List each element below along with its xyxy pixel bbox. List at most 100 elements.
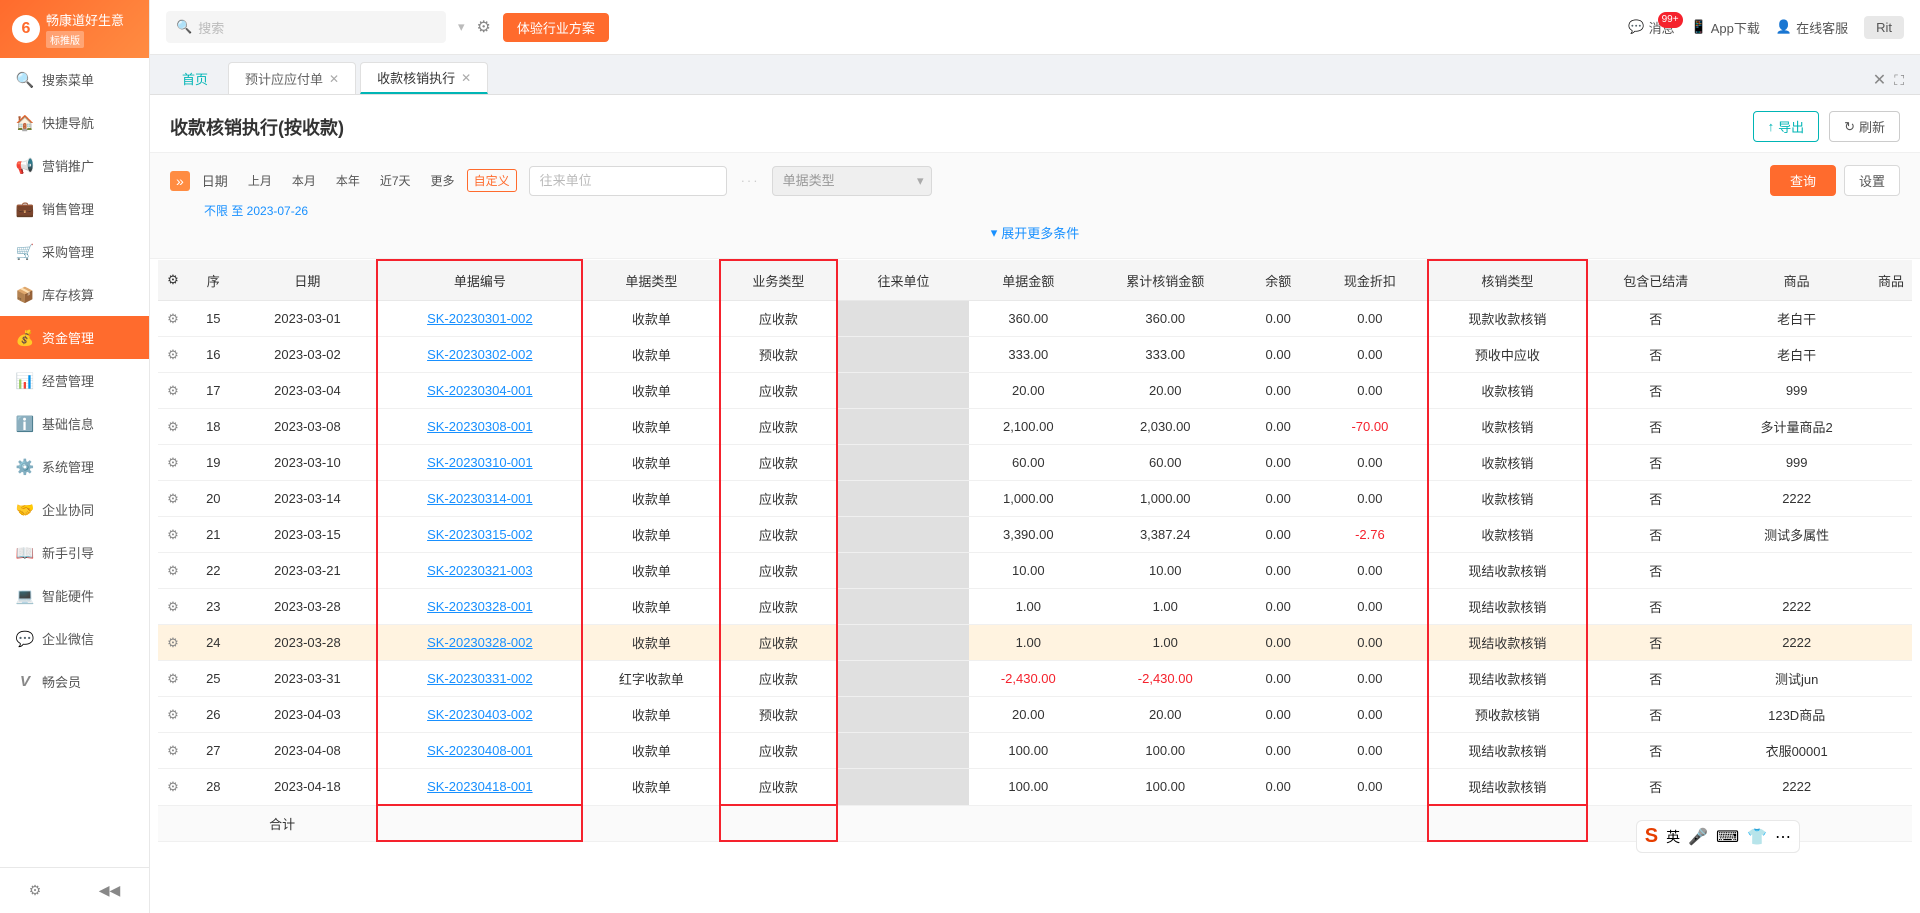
filter-expand-arrow[interactable]: » bbox=[170, 171, 190, 191]
date-btn-7days[interactable]: 近7天 bbox=[372, 169, 419, 192]
bill-no-link[interactable]: SK-20230310-001 bbox=[427, 455, 533, 470]
notify-btn[interactable]: 💬 消息 99+ bbox=[1628, 18, 1674, 37]
bill-no-link[interactable]: SK-20230331-002 bbox=[427, 671, 533, 686]
sidebar-item-capital[interactable]: 💰 资金管理 bbox=[0, 316, 149, 359]
footer-bill-type bbox=[582, 805, 720, 841]
tab-prepay[interactable]: 预计应应付单 ✕ bbox=[228, 62, 356, 94]
row-settings[interactable]: ⚙ bbox=[158, 337, 188, 373]
tab-close-all-icon[interactable]: ✕ bbox=[1873, 70, 1886, 90]
bill-no-link[interactable]: SK-20230408-001 bbox=[427, 743, 533, 758]
row-verify-type: 现结收款核销 bbox=[1428, 661, 1587, 697]
sidebar-item-wechat[interactable]: 💬 企业微信 bbox=[0, 617, 149, 660]
export-button[interactable]: ↑ 导出 bbox=[1753, 111, 1820, 142]
sidebar-item-basic[interactable]: ℹ️ 基础信息 bbox=[0, 402, 149, 445]
row-date: 2023-04-08 bbox=[239, 733, 378, 769]
th-settings[interactable]: ⚙ bbox=[158, 260, 188, 301]
sidebar-item-shortcut[interactable]: 🏠 快捷导航 bbox=[0, 101, 149, 144]
row-settings[interactable]: ⚙ bbox=[158, 625, 188, 661]
date-btn-custom[interactable]: 自定义 bbox=[467, 169, 517, 192]
bill-no-link[interactable]: SK-20230418-001 bbox=[427, 779, 533, 794]
row-settings[interactable]: ⚙ bbox=[158, 445, 188, 481]
row-include-settled: 否 bbox=[1587, 697, 1723, 733]
topbar-gear-icon[interactable]: ⚙ bbox=[477, 17, 491, 37]
row-verify-type: 收款核销 bbox=[1428, 409, 1587, 445]
industry-btn[interactable]: 体验行业方案 bbox=[503, 13, 609, 42]
sidebar-item-operation[interactable]: 📊 经营管理 bbox=[0, 359, 149, 402]
bill-no-link[interactable]: SK-20230328-001 bbox=[427, 599, 533, 614]
sidebar-item-sales[interactable]: 💼 销售管理 bbox=[0, 187, 149, 230]
settings-bottom-icon[interactable]: ⚙ bbox=[21, 878, 50, 903]
date-btn-last-month[interactable]: 上月 bbox=[240, 169, 280, 192]
row-settings[interactable]: ⚙ bbox=[158, 517, 188, 553]
tab-fullscreen-icon[interactable]: ⛶ bbox=[1894, 72, 1904, 89]
row-settings[interactable]: ⚙ bbox=[158, 733, 188, 769]
bill-no-link[interactable]: SK-20230321-003 bbox=[427, 563, 533, 578]
user-avatar[interactable]: Rit bbox=[1864, 16, 1904, 39]
counterparty-input[interactable] bbox=[529, 166, 727, 196]
bill-type-select[interactable]: 单据类型 bbox=[772, 166, 932, 196]
bill-no-link[interactable]: SK-20230314-001 bbox=[427, 491, 533, 506]
sidebar-item-guide[interactable]: 📖 新手引导 bbox=[0, 531, 149, 574]
row-cash-discount: 0.00 bbox=[1313, 661, 1428, 697]
row-settings[interactable]: ⚙ bbox=[158, 589, 188, 625]
expand-icon: ▾ bbox=[991, 225, 998, 241]
date-btn-more[interactable]: 更多 bbox=[423, 169, 463, 192]
row-include-settled: 否 bbox=[1587, 553, 1723, 589]
watermark-s-icon: S bbox=[1645, 825, 1658, 848]
row-settings[interactable]: ⚙ bbox=[158, 661, 188, 697]
bill-no-link[interactable]: SK-20230301-002 bbox=[427, 311, 533, 326]
row-settings[interactable]: ⚙ bbox=[158, 697, 188, 733]
sidebar-item-hardware[interactable]: 💻 智能硬件 bbox=[0, 574, 149, 617]
sidebar-item-inventory[interactable]: 📦 库存核算 bbox=[0, 273, 149, 316]
row-bill-amount: 1,000.00 bbox=[969, 481, 1087, 517]
row-cumulative: 60.00 bbox=[1087, 445, 1243, 481]
sidebar-item-system[interactable]: ⚙️ 系统管理 bbox=[0, 445, 149, 488]
bill-no-link[interactable]: SK-20230304-001 bbox=[427, 383, 533, 398]
collapse-icon[interactable]: ◀◀ bbox=[91, 878, 129, 903]
row-no: 24 bbox=[188, 625, 239, 661]
row-biz-type: 应收款 bbox=[720, 589, 836, 625]
bill-no-link[interactable]: SK-20230403-002 bbox=[427, 707, 533, 722]
row-no: 28 bbox=[188, 769, 239, 806]
bill-no-link[interactable]: SK-20230328-002 bbox=[427, 635, 533, 650]
bill-no-link[interactable]: SK-20230308-001 bbox=[427, 419, 533, 434]
tab-home[interactable]: 首页 bbox=[166, 62, 224, 94]
sidebar-label-inventory: 库存核算 bbox=[42, 285, 94, 304]
sidebar-item-search[interactable]: 🔍 搜索菜单 bbox=[0, 58, 149, 101]
tab-prepay-close[interactable]: ✕ bbox=[329, 72, 339, 86]
row-include-settled: 否 bbox=[1587, 589, 1723, 625]
sidebar-label-enterprise: 企业协同 bbox=[42, 500, 94, 519]
marketing-icon: 📢 bbox=[16, 157, 34, 175]
row-verify-type: 收款核销 bbox=[1428, 373, 1587, 409]
watermark-more-icon[interactable]: ⋯ bbox=[1775, 827, 1791, 847]
row-settings[interactable]: ⚙ bbox=[158, 373, 188, 409]
bill-no-link[interactable]: SK-20230315-002 bbox=[427, 527, 533, 542]
sidebar-item-purchase[interactable]: 🛒 采购管理 bbox=[0, 230, 149, 273]
date-btn-this-year[interactable]: 本年 bbox=[328, 169, 368, 192]
watermark-mic-icon[interactable]: 🎤 bbox=[1688, 827, 1708, 847]
tab-collection-close[interactable]: ✕ bbox=[461, 71, 471, 85]
date-btn-this-month[interactable]: 本月 bbox=[284, 169, 324, 192]
table-row: ⚙ 28 2023-04-18 SK-20230418-001 收款单 应收款 … bbox=[158, 769, 1912, 806]
row-counterparty bbox=[837, 733, 970, 769]
row-settings[interactable]: ⚙ bbox=[158, 553, 188, 589]
query-button[interactable]: 查询 bbox=[1770, 165, 1836, 196]
sidebar-item-enterprise[interactable]: 🤝 企业协同 bbox=[0, 488, 149, 531]
service-btn[interactable]: 👤 在线客服 bbox=[1776, 18, 1848, 37]
footer-label: 合计 bbox=[188, 805, 377, 841]
system-icon: ⚙️ bbox=[16, 458, 34, 476]
app-download-btn[interactable]: 📱 App下载 bbox=[1691, 18, 1760, 37]
row-settings[interactable]: ⚙ bbox=[158, 481, 188, 517]
row-settings[interactable]: ⚙ bbox=[158, 301, 188, 337]
row-settings[interactable]: ⚙ bbox=[158, 769, 188, 806]
sidebar-item-member[interactable]: V 畅会员 bbox=[0, 660, 149, 703]
bill-no-link[interactable]: SK-20230302-002 bbox=[427, 347, 533, 362]
expand-more-btn[interactable]: ▾ 展开更多条件 bbox=[170, 219, 1900, 246]
setting-button[interactable]: 设置 bbox=[1844, 165, 1900, 196]
watermark-keyboard-icon[interactable]: ⌨ bbox=[1716, 827, 1739, 847]
sidebar-item-marketing[interactable]: 📢 营销推广 bbox=[0, 144, 149, 187]
row-settings[interactable]: ⚙ bbox=[158, 409, 188, 445]
refresh-button[interactable]: ↻ 刷新 bbox=[1829, 111, 1900, 142]
topbar-search[interactable]: 🔍 搜索 bbox=[166, 11, 446, 43]
tab-collection[interactable]: 收款核销执行 ✕ bbox=[360, 62, 488, 94]
